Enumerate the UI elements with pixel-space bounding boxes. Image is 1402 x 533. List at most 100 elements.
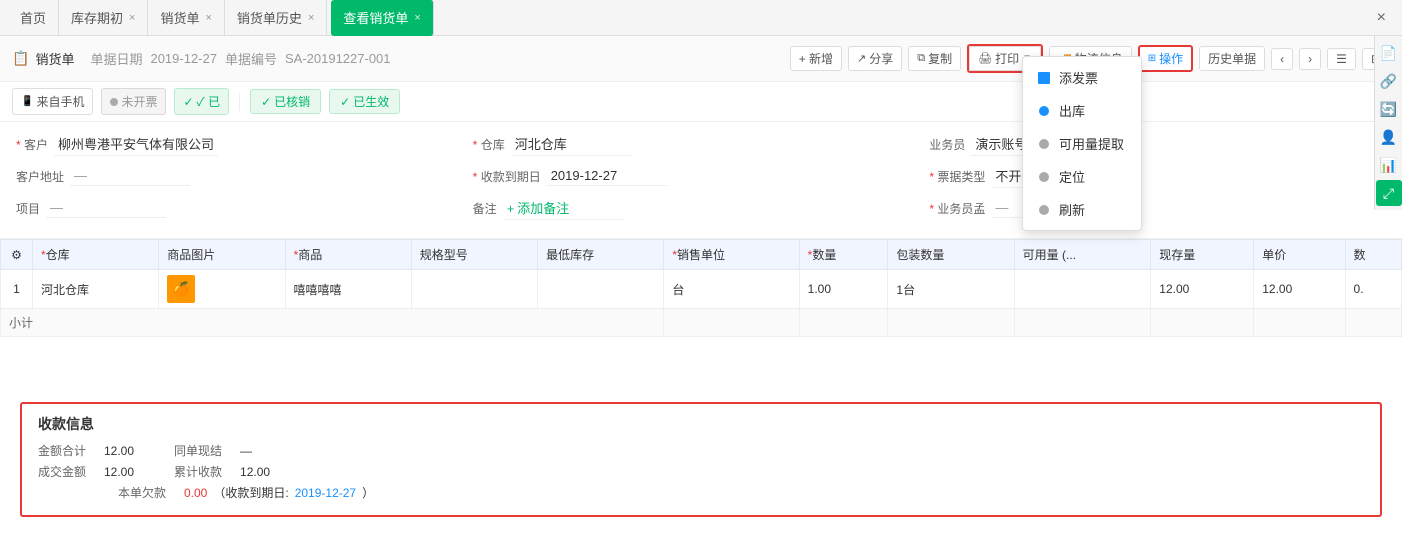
toolbar: 📱 来自手机 未开票 ✓ ✓ 已 ✓ 已核销 ✓ 已生效 bbox=[0, 82, 1402, 122]
business-field: 业务员孟 — bbox=[929, 198, 1386, 218]
qty-col-header: *数量 bbox=[799, 240, 888, 270]
warehouse-value[interactable]: 河北仓库 bbox=[511, 132, 631, 156]
outbound-label: 出库 bbox=[1059, 101, 1085, 120]
project-label: 项目 bbox=[16, 200, 40, 217]
operations-button[interactable]: ⊞ 操作 bbox=[1138, 45, 1193, 72]
subtotal-qty bbox=[799, 309, 888, 337]
tab-close-sales[interactable]: × bbox=[205, 12, 211, 24]
tab-close-inventory[interactable]: × bbox=[129, 12, 135, 24]
warehouse-col-header: *仓库 bbox=[33, 240, 159, 270]
doc-icon: 📋 bbox=[12, 50, 29, 67]
cumulative-value: 12.00 bbox=[240, 465, 270, 479]
row-product[interactable]: 嘻嘻嘻嘻 bbox=[285, 270, 411, 309]
transaction-item: 成交金额 12.00 bbox=[38, 463, 134, 480]
tab-home[interactable]: 首页 bbox=[8, 0, 59, 36]
window-close-button[interactable]: × bbox=[1369, 9, 1394, 27]
refresh-icon bbox=[1037, 203, 1051, 217]
from-phone-button[interactable]: 📱 来自手机 bbox=[12, 88, 93, 115]
sidebar-link-icon[interactable]: 🔗 bbox=[1376, 68, 1402, 94]
subtotal-label: 小计 bbox=[1, 309, 664, 337]
next-button[interactable]: › bbox=[1299, 48, 1321, 70]
share-button[interactable]: ↗ 分享 bbox=[848, 46, 902, 71]
row-qty: 1.00 bbox=[799, 270, 888, 309]
business-label: 业务员孟 bbox=[929, 200, 985, 217]
total-item: 金额合计 12.00 bbox=[38, 442, 134, 459]
sidebar-refresh-icon[interactable]: 🔄 bbox=[1376, 96, 1402, 122]
owed-item: 本单欠款 0.00 （收款到期日: 2019-12-27 ） bbox=[118, 484, 374, 501]
subtotal-pkg bbox=[888, 309, 1014, 337]
list-view-button[interactable]: ☰ bbox=[1327, 48, 1356, 70]
prev-button[interactable]: ‹ bbox=[1271, 48, 1293, 70]
ticket-label: 票据类型 bbox=[929, 168, 985, 185]
subtotal-amount bbox=[1345, 309, 1401, 337]
settlement-value: — bbox=[240, 444, 252, 458]
confirm-button[interactable]: ✓ ✓ 已 bbox=[174, 88, 229, 115]
form-row-3: 项目 — 备注 +添加备注 业务员孟 — bbox=[16, 196, 1386, 220]
project-value[interactable]: — bbox=[46, 198, 166, 218]
history-records-button[interactable]: 历史单据 bbox=[1199, 46, 1265, 71]
warehouse-field: 仓库 河北仓库 bbox=[473, 132, 930, 156]
sidebar-expand-icon[interactable]: ⤢ bbox=[1376, 180, 1402, 206]
payment-title: 收款信息 bbox=[38, 414, 1364, 434]
tab-sales-history[interactable]: 销货单历史 × bbox=[225, 0, 327, 36]
due-date-value[interactable]: 2019-12-27 bbox=[547, 166, 667, 186]
project-field: 项目 — bbox=[16, 198, 473, 218]
main-content: 📋 销货单 单据日期 2019-12-27 单据编号 SA-20191227-0… bbox=[0, 36, 1402, 533]
tab-bar: 首页 库存期初 × 销货单 × 销货单历史 × 查看销货单 × × bbox=[0, 0, 1402, 36]
payment-panel: 收款信息 金额合计 12.00 同单现结 — 成交金额 bbox=[20, 402, 1382, 517]
transaction-label: 成交金额 bbox=[38, 463, 98, 480]
owed-label: 本单欠款 bbox=[118, 484, 178, 501]
available-qty-label: 可用量提取 bbox=[1059, 134, 1124, 153]
tab-close-history[interactable]: × bbox=[308, 12, 314, 24]
customer-label: 客户 bbox=[16, 136, 48, 153]
sidebar-user-icon[interactable]: 👤 bbox=[1376, 124, 1402, 150]
sidebar-chart-icon[interactable]: 📊 bbox=[1376, 152, 1402, 178]
effective-button[interactable]: ✓ 已生效 bbox=[329, 89, 400, 114]
doc-title: 📋 销货单 bbox=[12, 49, 74, 68]
subtotal-row: 小计 bbox=[1, 309, 1402, 337]
form-row-2: 客户地址 — 收款到期日 2019-12-27 票据类型 不开票 bbox=[16, 164, 1386, 188]
amount-col-header: 数 bbox=[1345, 240, 1401, 270]
toolbar-separator bbox=[239, 93, 240, 111]
row-spec bbox=[411, 270, 537, 309]
new-button[interactable]: + 新增 bbox=[790, 46, 842, 71]
owed-close: ） bbox=[362, 484, 374, 501]
row-available bbox=[1014, 270, 1151, 309]
operations-dropdown: 添发票 出库 可用量提取 定位 刷新 bbox=[1022, 56, 1142, 231]
product-thumbnail: 🍊 bbox=[167, 275, 195, 303]
cumulative-label: 累计收款 bbox=[174, 463, 234, 480]
sold-out-button[interactable]: ✓ 已核销 bbox=[250, 89, 321, 114]
customer-value[interactable]: 柳州粤港平安气体有限公司 bbox=[54, 132, 218, 156]
pkg-qty-col-header: 包装数量 bbox=[888, 240, 1014, 270]
form-area: 客户 柳州粤港平安气体有限公司 仓库 河北仓库 业务员 演示账号 客户地址 — … bbox=[0, 122, 1402, 239]
copy-button[interactable]: ⧉ 复制 bbox=[908, 46, 961, 71]
outbound-item[interactable]: 出库 bbox=[1023, 94, 1141, 127]
row-num: 1 bbox=[1, 270, 33, 309]
settings-col-header[interactable]: ⚙ bbox=[1, 240, 33, 270]
tab-close-view[interactable]: × bbox=[414, 12, 420, 24]
tab-view-sales[interactable]: 查看销货单 × bbox=[331, 0, 433, 36]
refresh-item[interactable]: 刷新 bbox=[1023, 193, 1141, 226]
note-add-button[interactable]: +添加备注 bbox=[503, 196, 623, 220]
tab-inventory-init[interactable]: 库存期初 × bbox=[59, 0, 148, 36]
min-stock-col-header: 最低库存 bbox=[538, 240, 664, 270]
address-label: 客户地址 bbox=[16, 168, 64, 185]
products-table: ⚙ *仓库 商品图片 *商品 规格型号 最低库存 *销售单位 *数量 包装数量 … bbox=[0, 239, 1402, 337]
spec-col-header: 规格型号 bbox=[411, 240, 537, 270]
add-invoice-item[interactable]: 添发票 bbox=[1023, 61, 1141, 94]
settlement-item: 同单现结 — bbox=[174, 442, 252, 459]
staff-label: 业务员 bbox=[929, 136, 965, 153]
row-image: 🍊 bbox=[159, 270, 285, 309]
subtotal-available bbox=[1014, 309, 1151, 337]
right-sidebar: 📄 🔗 🔄 👤 📊 ⤢ bbox=[1374, 36, 1402, 210]
due-date-label: 收款到期日 bbox=[473, 168, 541, 185]
not-open-button[interactable]: 未开票 bbox=[101, 88, 166, 115]
available-qty-item[interactable]: 可用量提取 bbox=[1023, 127, 1141, 160]
table-row: 1 河北仓库 🍊 嘻嘻嘻嘻 台 1.00 1台 12.00 12.00 bbox=[1, 270, 1402, 309]
tab-sales-order[interactable]: 销货单 × bbox=[148, 0, 224, 36]
address-value[interactable]: — bbox=[70, 166, 190, 186]
refresh-label: 刷新 bbox=[1059, 200, 1085, 219]
total-value: 12.00 bbox=[104, 444, 134, 458]
sidebar-doc-icon[interactable]: 📄 bbox=[1376, 40, 1402, 66]
locate-item[interactable]: 定位 bbox=[1023, 160, 1141, 193]
